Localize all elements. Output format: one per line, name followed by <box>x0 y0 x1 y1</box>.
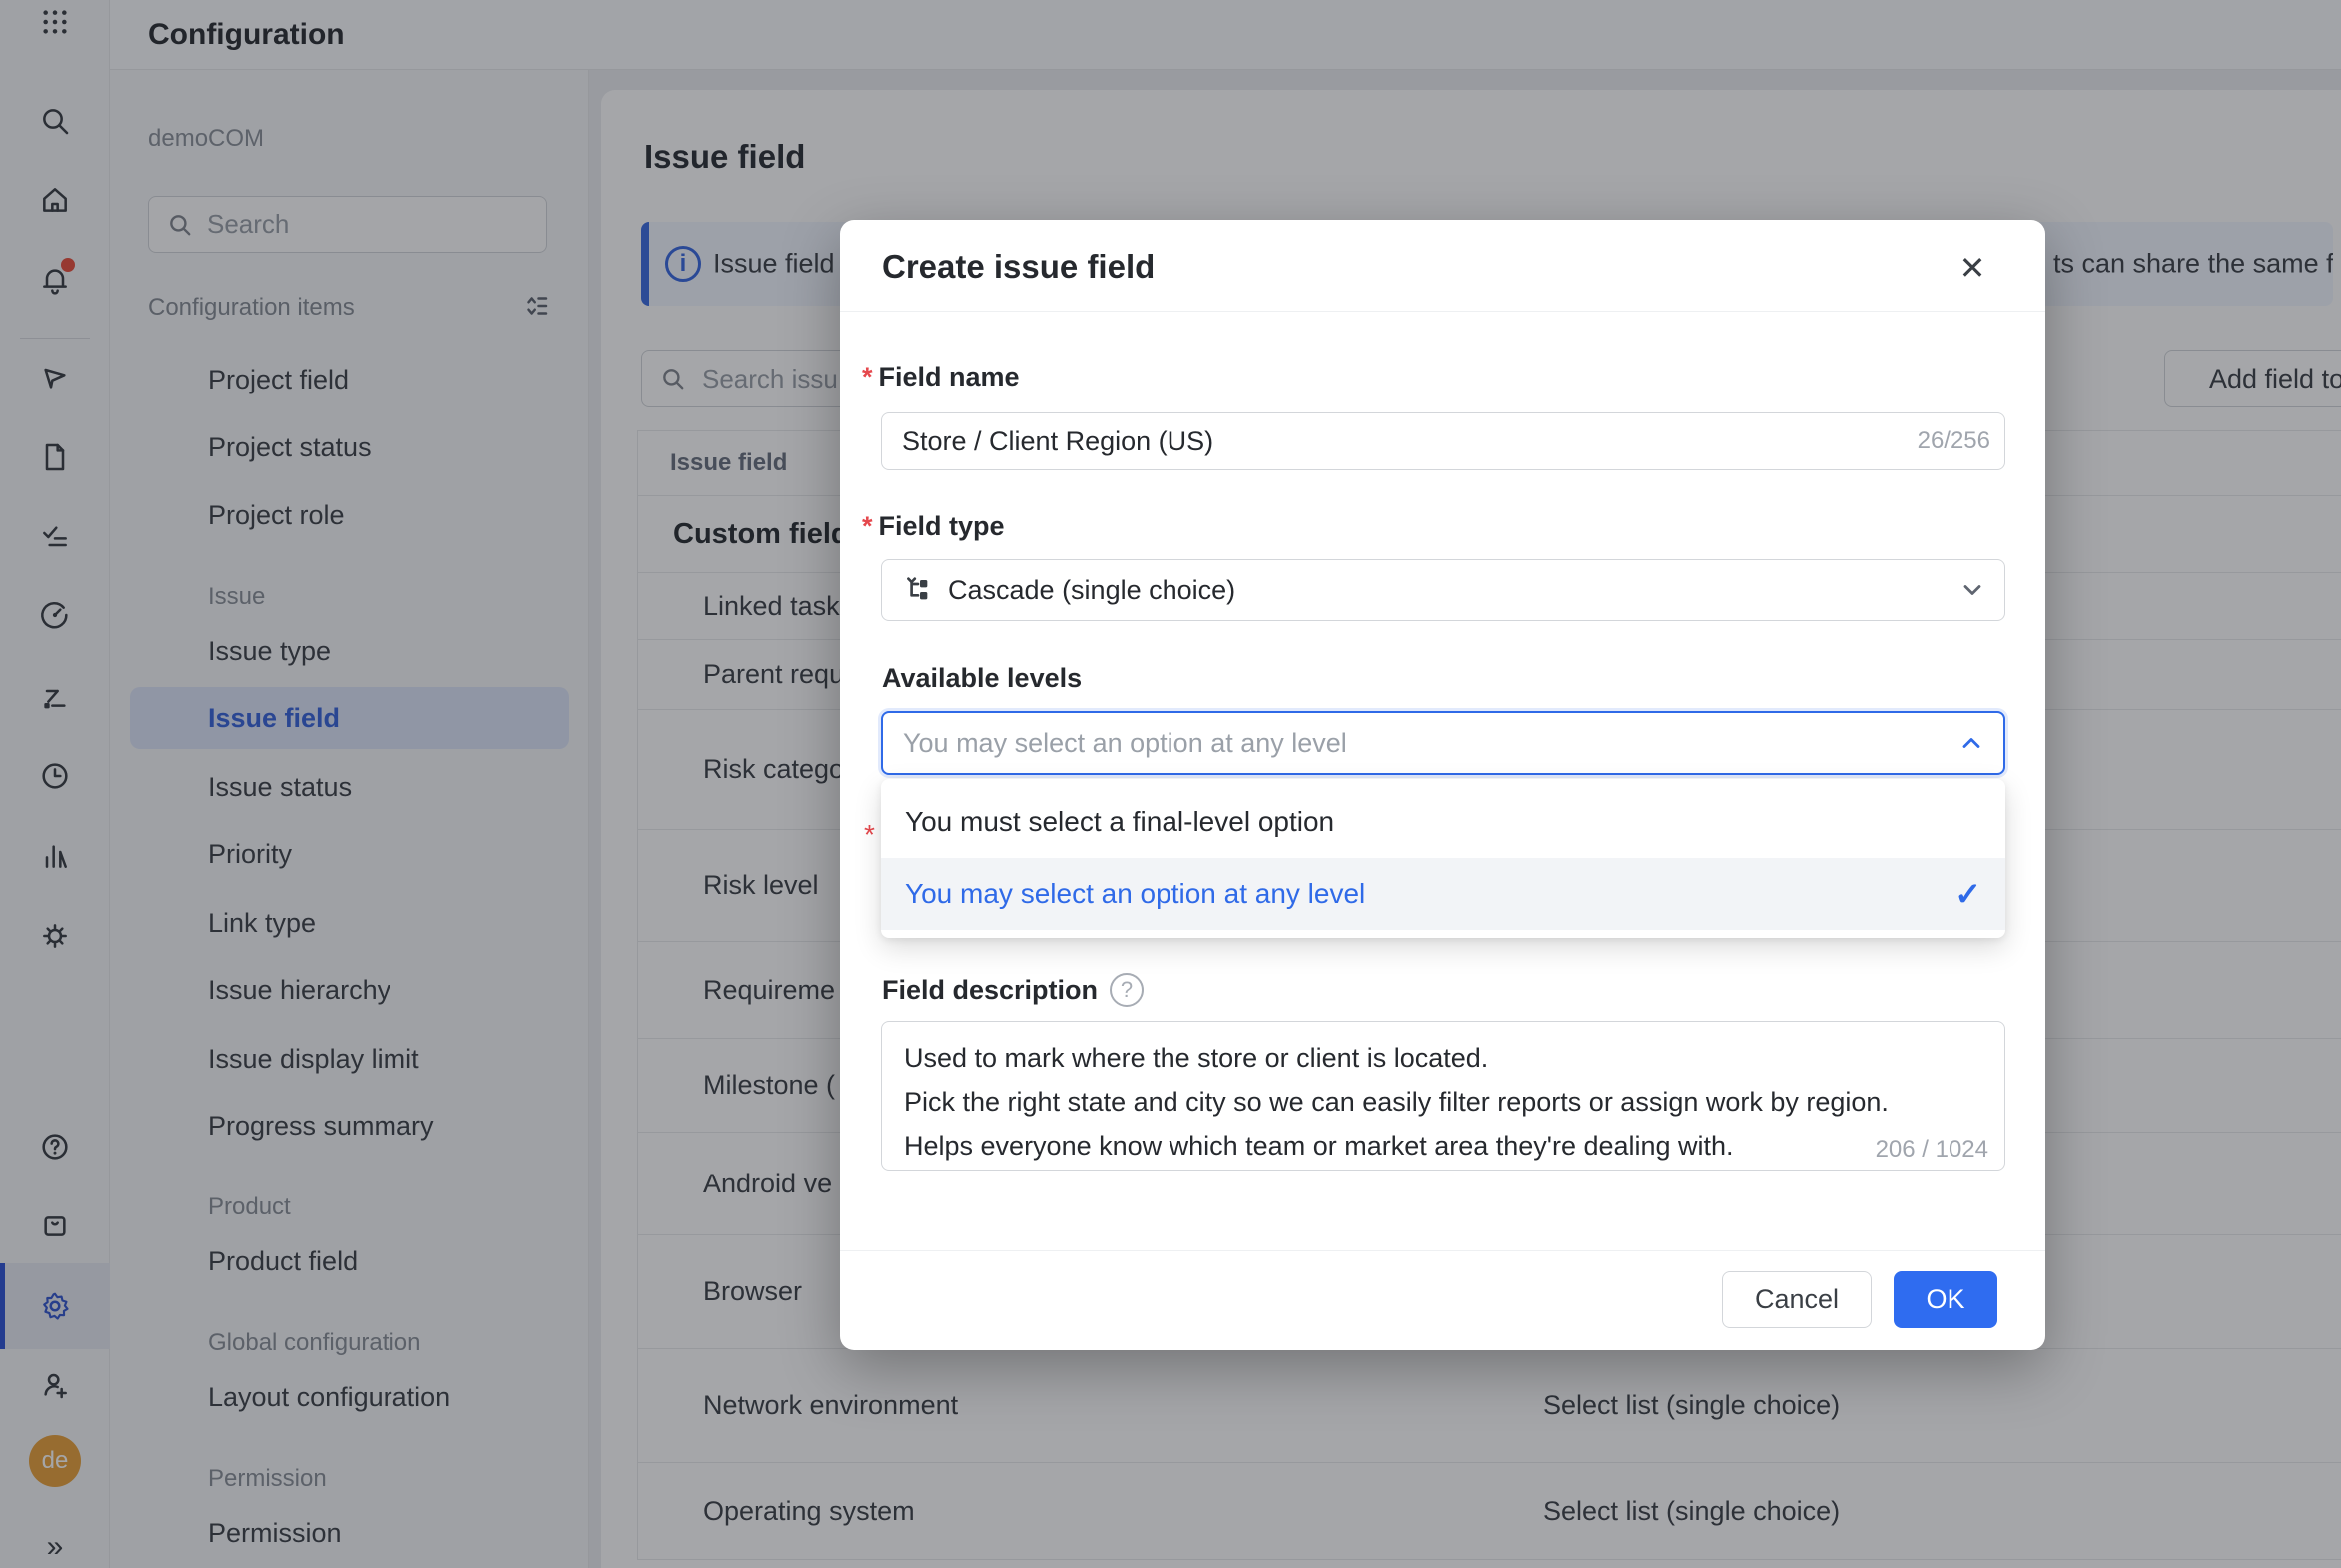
required-asterisk: * <box>862 362 873 392</box>
screen: de » Configuration demoCOM Configuration… <box>0 0 2341 1568</box>
modal-footer-divider <box>840 1250 2045 1251</box>
hidden-required-asterisk: * <box>864 819 875 850</box>
chevron-up-icon <box>1957 729 1985 757</box>
field-description-label: Field description ? <box>882 973 1145 1007</box>
field-type-label: * Field type <box>862 511 1005 541</box>
close-icon[interactable]: ✕ <box>1949 244 1996 292</box>
available-levels-dropdown: You must select a final-level option You … <box>881 779 2005 938</box>
field-name-counter: 26/256 <box>1917 427 1990 454</box>
field-description-textarea[interactable] <box>882 1030 1921 1164</box>
field-description-area: 206 / 1024 <box>881 1021 2005 1171</box>
field-name-input-wrap: 26/256 <box>881 412 2005 470</box>
field-type-select[interactable]: Cascade (single choice) <box>881 559 2005 621</box>
field-type-value: Cascade (single choice) <box>948 574 1236 605</box>
dropdown-option-label: You must select a final-level option <box>905 806 1335 837</box>
available-levels-value: You may select an option at any level <box>903 727 1347 758</box>
required-asterisk: * <box>862 511 873 541</box>
dropdown-option-label: You may select an option at any level <box>905 878 1366 909</box>
field-name-input[interactable] <box>882 413 1881 469</box>
dropdown-option[interactable]: You may select an option at any level ✓ <box>881 858 2005 930</box>
available-levels-label: Available levels <box>882 663 1083 693</box>
available-levels-select[interactable]: You may select an option at any level <box>881 711 2005 775</box>
create-issue-field-modal: Create issue field ✕ * Field name 26/256… <box>840 220 2045 1350</box>
field-name-label: * Field name <box>862 362 1020 392</box>
help-circle-icon[interactable]: ? <box>1110 973 1145 1007</box>
description-counter: 206 / 1024 <box>1875 1136 1988 1163</box>
modal-title: Create issue field <box>882 248 1156 285</box>
dropdown-option[interactable]: You must select a final-level option <box>881 786 2005 858</box>
cascade-icon <box>902 574 934 606</box>
check-icon: ✓ <box>1954 876 1981 912</box>
cancel-button[interactable]: Cancel <box>1722 1271 1872 1328</box>
chevron-down-icon <box>1958 576 1986 604</box>
ok-button[interactable]: OK <box>1894 1271 1997 1328</box>
modal-header-divider <box>840 311 2045 312</box>
